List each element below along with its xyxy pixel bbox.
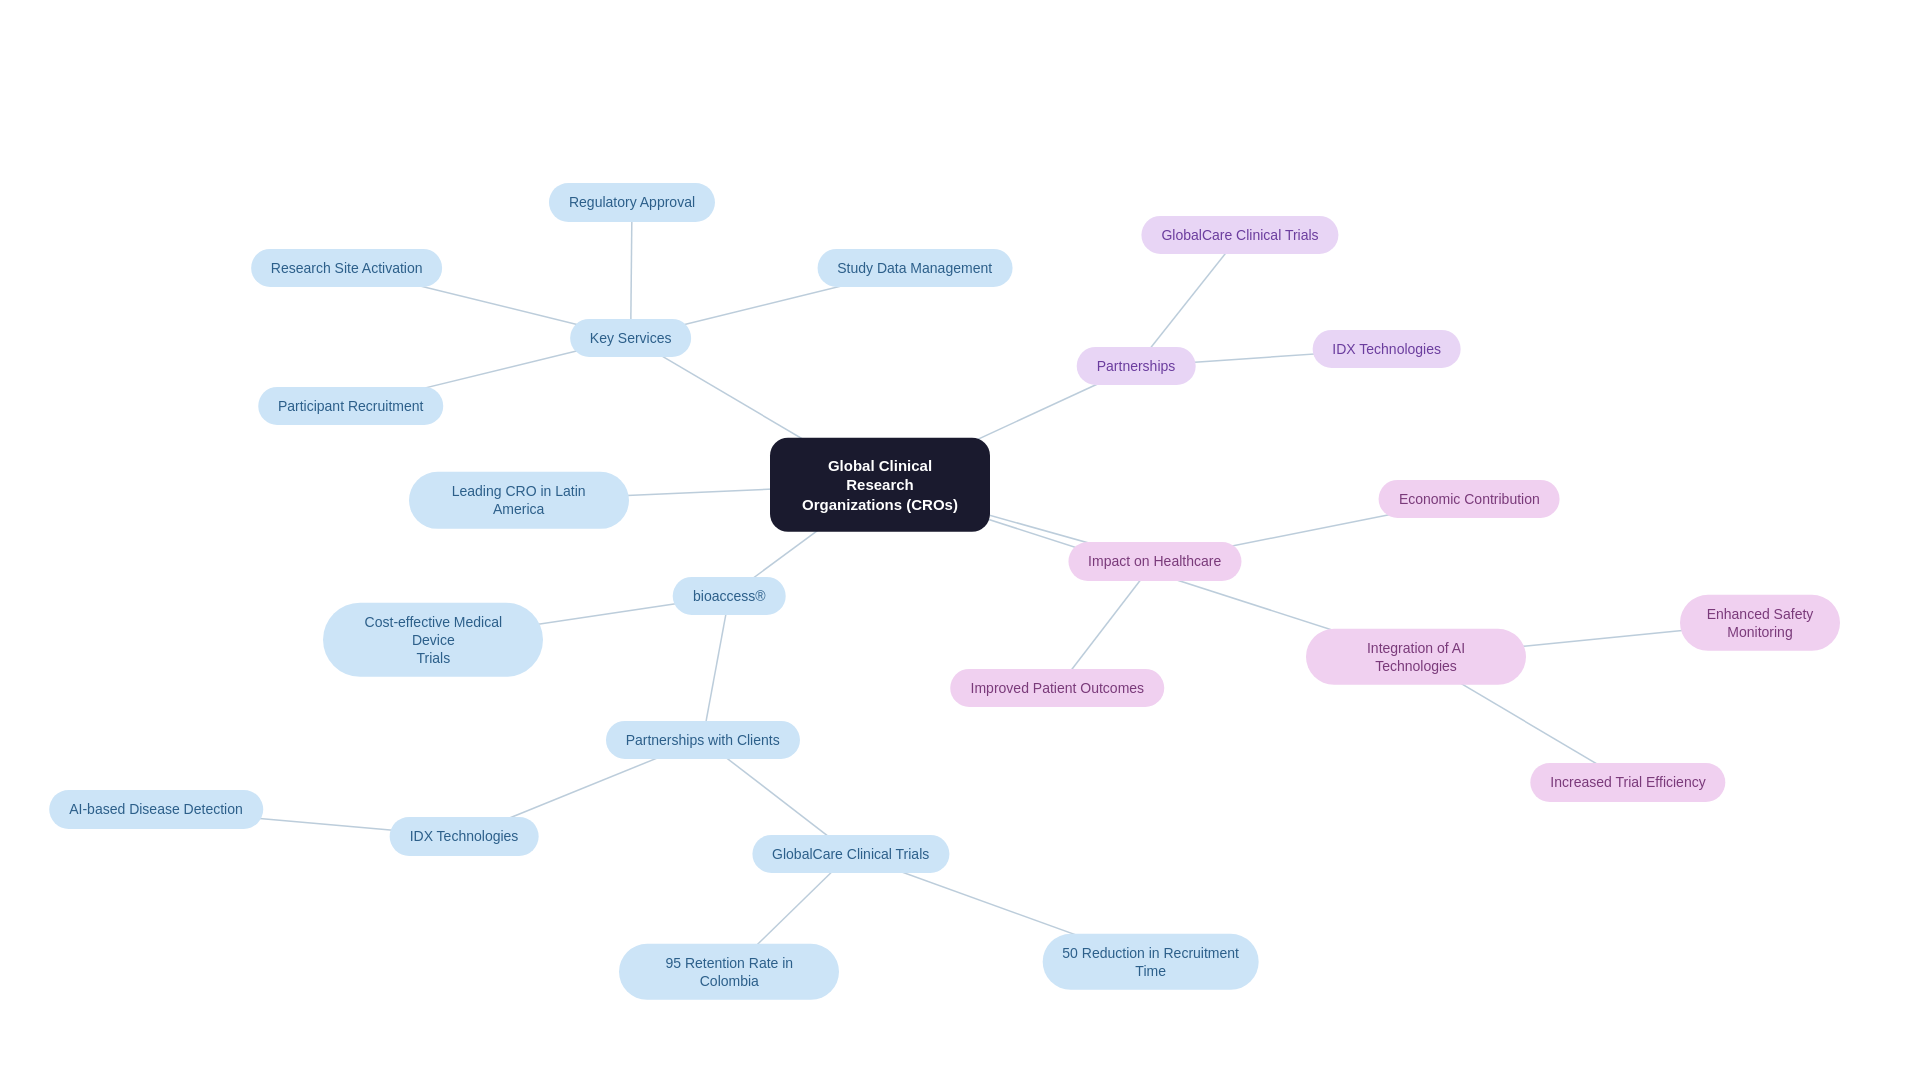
node-economic_contribution: Economic Contribution — [1379, 480, 1560, 518]
node-leading_cro: Leading CRO in Latin America — [409, 472, 629, 528]
node-enhanced_safety: Enhanced Safety Monitoring — [1680, 595, 1840, 651]
node-partnerships_clients: Partnerships with Clients — [606, 720, 800, 758]
node-increased_trial_efficiency: Increased Trial Efficiency — [1530, 763, 1725, 801]
node-globalcare_right: GlobalCare Clinical Trials — [1141, 216, 1338, 254]
node-idx_technologies_left: IDX Technologies — [390, 817, 539, 855]
node-center: Global Clinical Research Organizations (… — [770, 437, 990, 532]
node-impact_healthcare: Impact on Healthcare — [1068, 542, 1241, 580]
node-research_site_activation: Research Site Activation — [251, 249, 443, 287]
node-improved_patient_outcomes: Improved Patient Outcomes — [951, 669, 1165, 707]
node-key_services: Key Services — [570, 319, 692, 357]
node-cost_effective: Cost-effective Medical Device Trials — [323, 603, 543, 678]
node-reduction_recruitment: 50 Reduction in Recruitment Time — [1042, 934, 1259, 990]
node-retention_rate: 95 Retention Rate in Colombia — [619, 944, 839, 1000]
node-study_data_management: Study Data Management — [817, 249, 1012, 287]
nodes-container: Global Clinical Research Organizations (… — [0, 0, 1920, 1083]
node-bioaccess: bioaccess® — [673, 577, 786, 615]
node-ai_integration: Integration of AI Technologies — [1306, 629, 1526, 685]
node-partnerships: Partnerships — [1077, 347, 1196, 385]
node-participant_recruitment: Participant Recruitment — [258, 387, 444, 425]
node-globalcare_left: GlobalCare Clinical Trials — [752, 834, 949, 872]
node-idx_right: IDX Technologies — [1312, 330, 1461, 368]
node-regulatory_approval: Regulatory Approval — [549, 183, 715, 221]
node-ai_disease_detection: AI-based Disease Detection — [49, 790, 263, 828]
